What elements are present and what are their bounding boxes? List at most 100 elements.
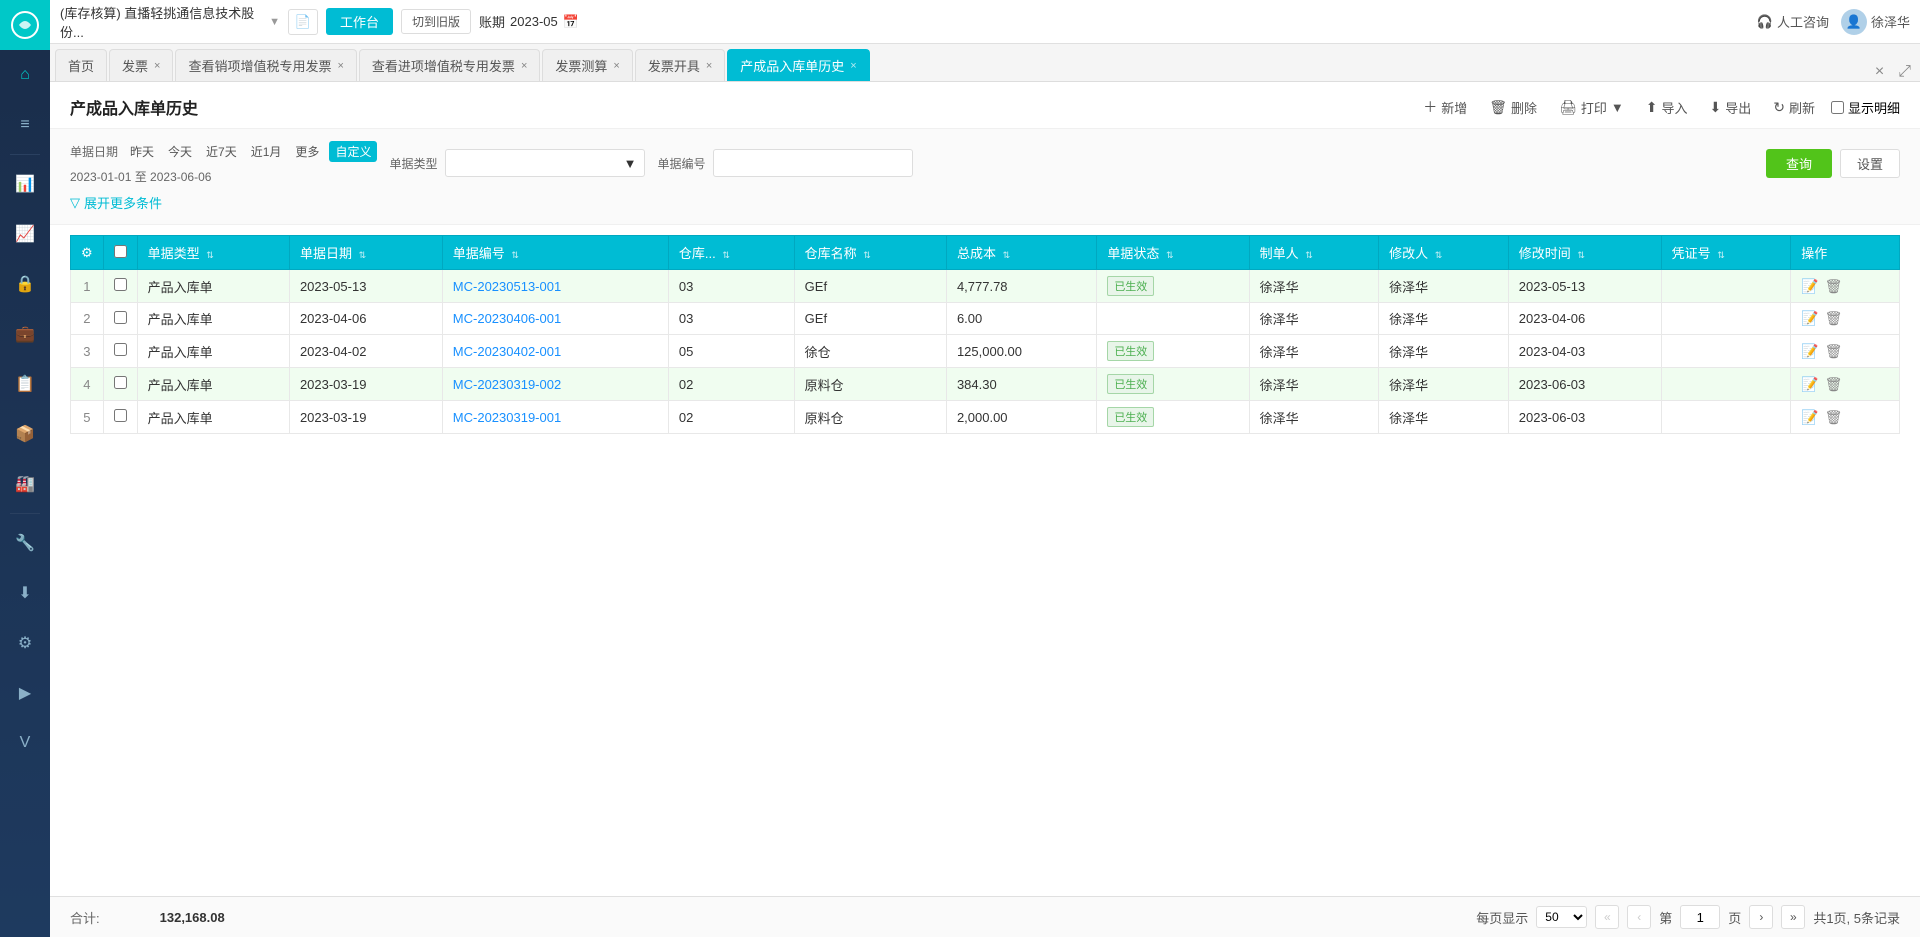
th-modify-time[interactable]: 修改时间 ⇅ [1508, 236, 1661, 270]
row-delete-btn-3[interactable]: 🗑 [1825, 343, 1843, 360]
row-checkbox-3[interactable] [103, 335, 137, 368]
customer-service[interactable]: 🎧 人工咨询 [1757, 12, 1829, 31]
print-button[interactable]: 🖨 打印 ▼ [1553, 95, 1630, 120]
sidebar-item-production[interactable]: 🏭 [0, 459, 50, 509]
sidebar-item-report[interactable]: 📊 [0, 159, 50, 209]
sidebar-item-version[interactable]: V [0, 718, 50, 768]
show-detail-checkbox-wrapper[interactable]: 显示明细 [1831, 98, 1900, 117]
document-icon-btn[interactable]: 📄 [288, 9, 318, 35]
period-selector[interactable]: 账期 2023-05 📅 [479, 12, 579, 31]
refresh-button[interactable]: ↻ 刷新 [1767, 95, 1821, 120]
sidebar-item-home[interactable]: ⌂ [0, 50, 50, 100]
row-edit-btn-4[interactable]: 📝 [1801, 376, 1818, 393]
delete-button[interactable]: 🗑 删除 [1483, 95, 1543, 120]
tab-purchase-invoice[interactable]: 查看进项增值税专用发票 × [359, 49, 540, 81]
prev-page-btn[interactable]: ‹ [1627, 905, 1651, 929]
row-edit-btn-2[interactable]: 📝 [1801, 310, 1818, 327]
sidebar-item-tools[interactable]: 🔧 [0, 518, 50, 568]
select-all-checkbox[interactable] [114, 245, 127, 258]
number-filter-input[interactable] [713, 149, 913, 177]
date-btn-1month[interactable]: 近1月 [247, 141, 286, 162]
th-modifier[interactable]: 修改人 ⇅ [1379, 236, 1509, 270]
th-type[interactable]: 单据类型 ⇅ [137, 236, 289, 270]
next-page-btn[interactable]: › [1749, 905, 1773, 929]
th-voucher[interactable]: 凭证号 ⇅ [1661, 236, 1791, 270]
new-button[interactable]: ＋ 新增 [1417, 94, 1473, 120]
sidebar-item-list[interactable]: 📋 [0, 359, 50, 409]
row-number-link-2[interactable]: MC-20230406-001 [453, 311, 561, 326]
row-number-1[interactable]: MC-20230513-001 [442, 270, 668, 303]
type-select[interactable]: ▼ [445, 149, 645, 177]
th-warehouse-code[interactable]: 仓库... ⇅ [668, 236, 794, 270]
page-input[interactable] [1680, 905, 1720, 929]
th-total-cost[interactable]: 总成本 ⇅ [946, 236, 1096, 270]
date-btn-yesterday[interactable]: 昨天 [126, 141, 158, 162]
row-number-link-3[interactable]: MC-20230402-001 [453, 344, 561, 359]
tab-invoice-issue[interactable]: 发票开具 × [635, 49, 725, 81]
row-delete-btn-5[interactable]: 🗑 [1825, 409, 1843, 426]
row-number-3[interactable]: MC-20230402-001 [442, 335, 668, 368]
sidebar-item-analysis[interactable]: 📈 [0, 209, 50, 259]
query-button[interactable]: 查询 [1766, 149, 1832, 178]
row-number-link-4[interactable]: MC-20230319-002 [453, 377, 561, 392]
tab-purchase-invoice-close[interactable]: × [521, 60, 527, 72]
row-checkbox-2[interactable] [103, 303, 137, 335]
row-checkbox-4[interactable] [103, 368, 137, 401]
th-settings[interactable]: ⚙ [71, 236, 104, 270]
date-btn-7days[interactable]: 近7天 [202, 141, 241, 162]
workbench-button[interactable]: 工作台 [326, 8, 393, 35]
th-number[interactable]: 单据编号 ⇅ [442, 236, 668, 270]
row-number-2[interactable]: MC-20230406-001 [442, 303, 668, 335]
tab-invoice-issue-close[interactable]: × [706, 60, 712, 72]
row-edit-btn-5[interactable]: 📝 [1801, 409, 1818, 426]
row-edit-btn-3[interactable]: 📝 [1801, 343, 1818, 360]
last-page-btn[interactable]: » [1781, 905, 1805, 929]
page-size-select[interactable]: 50 100 200 [1536, 906, 1587, 928]
row-delete-btn-1[interactable]: 🗑 [1825, 278, 1843, 295]
export-button[interactable]: ⬇ 导出 [1703, 95, 1757, 120]
row-checkbox-1[interactable] [103, 270, 137, 303]
tab-product-history[interactable]: 产成品入库单历史 × [727, 49, 869, 81]
tab-invoice-calc[interactable]: 发票测算 × [542, 49, 632, 81]
date-btn-more[interactable]: 更多 [291, 141, 323, 162]
tab-close-all-icon[interactable]: × [1871, 63, 1888, 81]
prev-period-button[interactable]: 切到旧版 [401, 9, 471, 34]
date-btn-today[interactable]: 今天 [164, 141, 196, 162]
sidebar-item-business[interactable]: 💼 [0, 309, 50, 359]
first-page-btn[interactable]: « [1595, 905, 1619, 929]
reset-button[interactable]: 设置 [1840, 149, 1900, 178]
sidebar-item-download[interactable]: ⬇ [0, 568, 50, 618]
tab-invoice-calc-close[interactable]: × [613, 60, 619, 72]
tab-expand-icon[interactable]: ⤢ [1894, 63, 1915, 81]
import-button[interactable]: ⬆ 导入 [1640, 95, 1694, 120]
row-checkbox-5[interactable] [103, 401, 137, 434]
row-number-link-5[interactable]: MC-20230319-001 [453, 410, 561, 425]
sidebar-item-play[interactable]: ▶ [0, 668, 50, 718]
tab-sales-invoice[interactable]: 查看销项增值税专用发票 × [175, 49, 356, 81]
sidebar-item-menu[interactable]: ≡ [0, 100, 50, 150]
row-edit-btn-1[interactable]: 📝 [1801, 278, 1818, 295]
expand-conditions-btn[interactable]: ▽ 展开更多条件 [70, 193, 1900, 212]
th-status[interactable]: 单据状态 ⇅ [1097, 236, 1249, 270]
tab-invoice[interactable]: 发票 × [109, 49, 173, 81]
row-number-link-1[interactable]: MC-20230513-001 [453, 279, 561, 294]
show-detail-checkbox[interactable] [1831, 101, 1844, 114]
sidebar-item-inventory[interactable]: 📦 [0, 409, 50, 459]
sidebar-item-security[interactable]: 🔒 [0, 259, 50, 309]
tab-home[interactable]: 首页 [55, 49, 107, 81]
row-delete-btn-2[interactable]: 🗑 [1825, 310, 1843, 327]
th-warehouse-name[interactable]: 仓库名称 ⇅ [794, 236, 946, 270]
th-date[interactable]: 单据日期 ⇅ [289, 236, 442, 270]
sidebar-item-settings[interactable]: ⚙ [0, 618, 50, 668]
row-number-4[interactable]: MC-20230319-002 [442, 368, 668, 401]
tab-product-history-close[interactable]: × [850, 60, 856, 72]
tab-sales-invoice-close[interactable]: × [337, 60, 343, 72]
row-delete-btn-4[interactable]: 🗑 [1825, 376, 1843, 393]
th-creator[interactable]: 制单人 ⇅ [1249, 236, 1379, 270]
date-btn-custom[interactable]: 自定义 [329, 141, 377, 162]
tab-invoice-close[interactable]: × [154, 60, 160, 72]
th-checkbox[interactable] [103, 236, 137, 270]
company-selector[interactable]: (库存核算) 直播轻挑通信息技术股份... ▼ [60, 3, 280, 41]
row-number-5[interactable]: MC-20230319-001 [442, 401, 668, 434]
user-profile[interactable]: 👤 徐泽华 [1841, 9, 1910, 35]
